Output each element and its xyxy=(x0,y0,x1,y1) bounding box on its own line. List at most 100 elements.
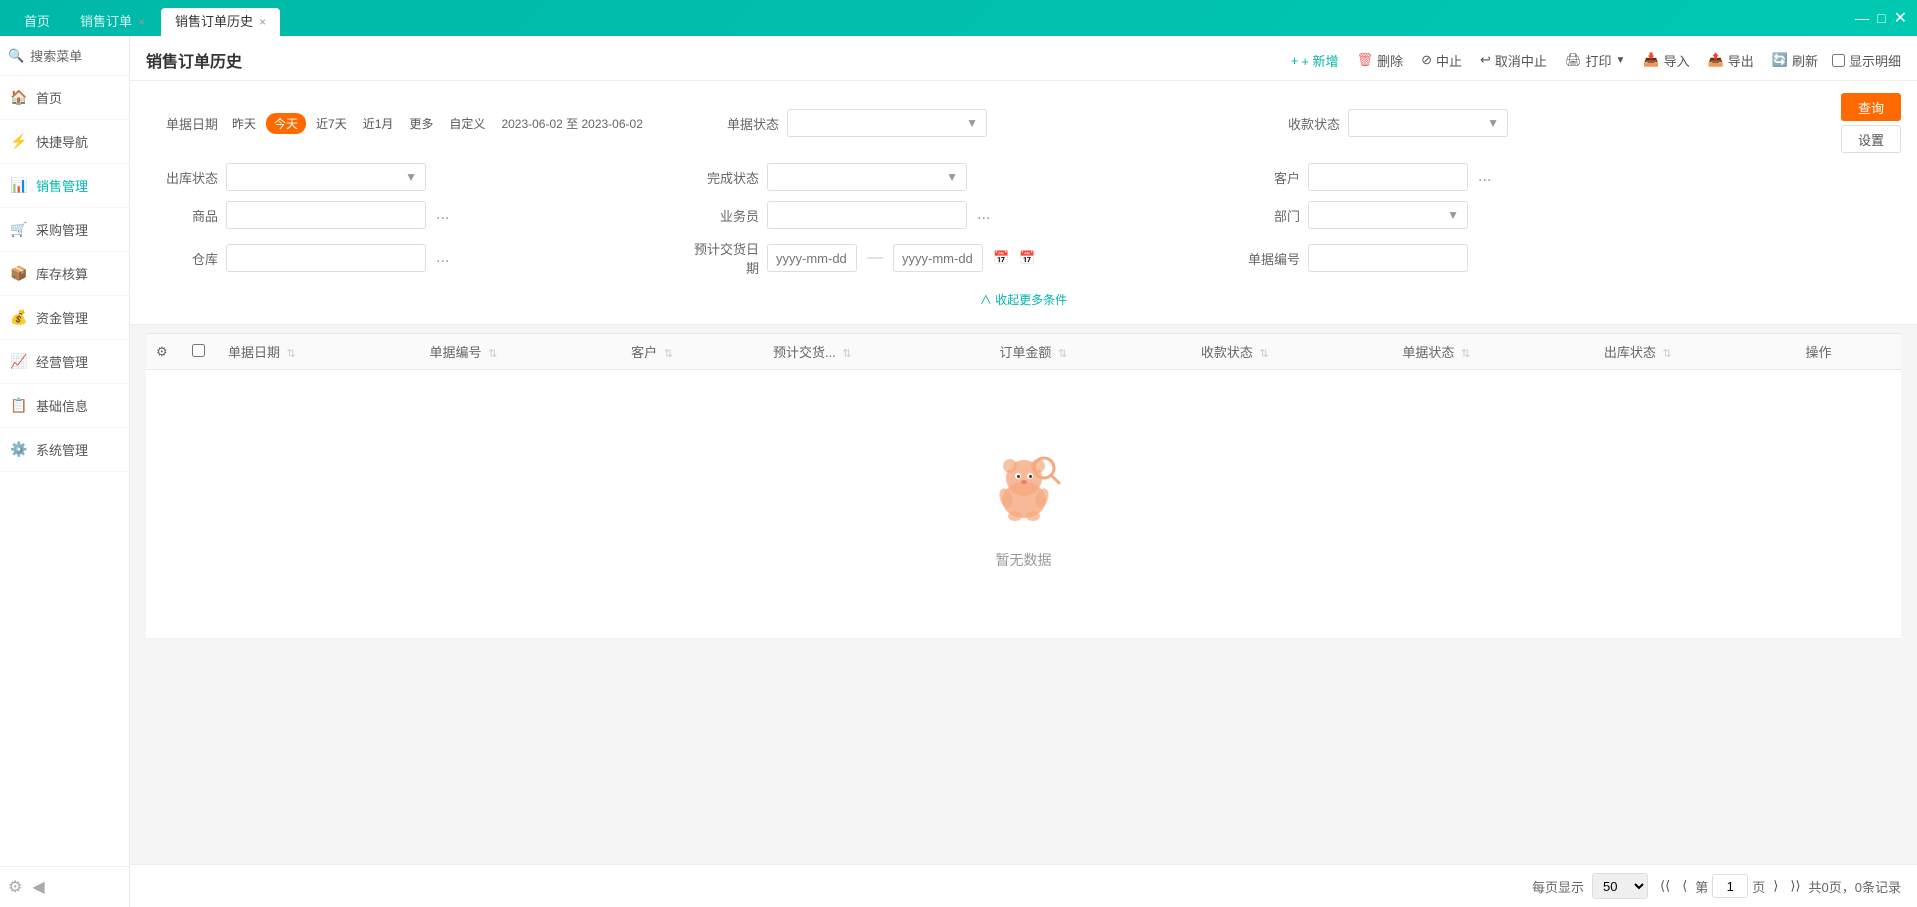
th-settings[interactable]: ⚙ xyxy=(146,334,182,370)
sort-payment-icon[interactable]: ⇅ xyxy=(1259,348,1268,360)
display-detail-toggle[interactable]: 显示明细 xyxy=(1832,51,1901,70)
department-select[interactable]: ▼ xyxy=(1308,201,1468,229)
page-size-select[interactable]: 50 100 200 xyxy=(1592,873,1648,899)
calendar-to-icon[interactable]: 📅 xyxy=(1019,250,1035,266)
cancel-stop-button[interactable]: ↩ 取消中止 xyxy=(1476,49,1551,72)
sidebar-item-operations[interactable]: 📈 经营管理 xyxy=(0,340,129,384)
department-field: ▼ xyxy=(1308,201,1769,229)
maximize-icon[interactable]: □ xyxy=(1877,10,1885,26)
close-history-icon[interactable]: × xyxy=(259,8,266,36)
empty-state: 暂无数据 xyxy=(156,378,1891,630)
stop-button[interactable]: ⊘ 中止 xyxy=(1417,49,1466,72)
first-page-icon[interactable]: ⟨⟨ xyxy=(1656,876,1674,896)
minimize-icon[interactable]: — xyxy=(1855,10,1869,26)
delivery-date-from[interactable] xyxy=(767,244,857,272)
export-button[interactable]: 📤 导出 xyxy=(1704,49,1758,72)
sort-doc-icon[interactable]: ⇅ xyxy=(1461,348,1470,360)
settings-button[interactable]: 设置 xyxy=(1841,125,1901,153)
page-input[interactable] xyxy=(1712,874,1748,898)
tab-sales-order-history[interactable]: 销售订单历史 × xyxy=(161,8,280,36)
last-page-icon[interactable]: ⟩⟩ xyxy=(1786,876,1804,896)
sidebar-item-purchase[interactable]: 🛒 采购管理 xyxy=(0,208,129,252)
complete-field: ▼ xyxy=(767,163,1228,191)
salesperson-dots[interactable]: ... xyxy=(977,206,990,224)
sort-out-icon[interactable]: ⇅ xyxy=(1663,348,1672,360)
total-text: 共0页，0条记录 xyxy=(1809,877,1901,896)
collapse-bar[interactable]: ∧ 收起更多条件 xyxy=(146,287,1901,312)
salesperson-input[interactable] xyxy=(767,201,967,229)
search-icon: 🔍 xyxy=(8,48,24,64)
print-button[interactable]: 🖨 打印 ▼ xyxy=(1561,49,1629,72)
product-input[interactable] xyxy=(226,201,426,229)
sort-amount-icon[interactable]: ⇅ xyxy=(1058,348,1067,360)
sidebar-item-sales[interactable]: 📊 销售管理 xyxy=(0,164,129,208)
new-label: + 新增 xyxy=(1301,51,1338,70)
prev-page-icon[interactable]: ⟨ xyxy=(1678,876,1691,896)
filter-row-2: 出库状态 ▼ 完成状态 ▼ xyxy=(146,163,1901,191)
sidebar-item-system[interactable]: ⚙️ 系统管理 xyxy=(0,428,129,472)
filter-row-3: 商品 ... 业务员 ... 部门 xyxy=(146,201,1901,229)
refresh-button[interactable]: 🔄 刷新 xyxy=(1768,49,1822,72)
tab-home[interactable]: 首页 xyxy=(10,8,64,36)
customer-dots[interactable]: ... xyxy=(1478,168,1491,186)
print-chevron-icon: ▼ xyxy=(1615,55,1625,66)
warehouse-dots[interactable]: ... xyxy=(436,249,449,267)
tab-sales-order[interactable]: 销售订单 × xyxy=(66,8,159,36)
tab-list: 首页 销售订单 × 销售订单历史 × xyxy=(10,0,1855,36)
date-field: 昨天 今天 近7天 近1月 更多 自定义 2023-06-02 至 2023-0… xyxy=(226,113,707,134)
new-button[interactable]: + + 新增 xyxy=(1287,49,1343,72)
customer-input[interactable] xyxy=(1308,163,1468,191)
settings-table-icon[interactable]: ⚙ xyxy=(156,344,168,359)
pagination: ⟨⟨ ⟨ 第 页 ⟩ ⟩⟩ 共0页，0条记录 xyxy=(1656,874,1901,898)
today-btn[interactable]: 今天 xyxy=(266,113,306,134)
sort-date-icon[interactable]: ⇅ xyxy=(287,348,296,360)
sidebar-item-inventory[interactable]: 📦 库存核算 xyxy=(0,252,129,296)
status-select[interactable]: ▼ xyxy=(787,109,987,137)
order-no-input[interactable] xyxy=(1308,244,1468,272)
import-button[interactable]: 📥 导入 xyxy=(1639,49,1693,72)
close-sales-order-icon[interactable]: × xyxy=(138,8,145,36)
product-dots[interactable]: ... xyxy=(436,206,449,224)
next-page-icon[interactable]: ⟩ xyxy=(1769,876,1782,896)
select-all-checkbox[interactable] xyxy=(192,344,205,357)
complete-select[interactable]: ▼ xyxy=(767,163,967,191)
payment-select[interactable]: ▼ xyxy=(1348,109,1508,137)
page-label: 第 xyxy=(1695,877,1708,896)
th-amount: 订单金额 ⇅ xyxy=(989,334,1191,370)
sort-customer-icon[interactable]: ⇅ xyxy=(664,348,673,360)
yesterday-btn[interactable]: 昨天 xyxy=(226,113,262,134)
th-doc-status: 单据状态 ⇅ xyxy=(1392,334,1594,370)
display-detail-checkbox[interactable] xyxy=(1832,54,1845,67)
order-no-label: 单据编号 xyxy=(1228,249,1308,268)
sidebar-label-quicknav: 快捷导航 xyxy=(36,132,88,151)
custom-btn[interactable]: 自定义 xyxy=(443,113,491,134)
1month-btn[interactable]: 近1月 xyxy=(357,113,400,134)
delivery-date-to[interactable] xyxy=(893,244,983,272)
sidebar-item-home[interactable]: 🏠 首页 xyxy=(0,76,129,120)
sort-delivery-icon[interactable]: ⇅ xyxy=(842,348,851,360)
th-date-label: 单据日期 xyxy=(228,345,280,360)
sidebar-item-finance[interactable]: 💰 资金管理 xyxy=(0,296,129,340)
basic-info-icon: 📋 xyxy=(10,397,28,415)
sort-no-icon[interactable]: ⇅ xyxy=(488,348,497,360)
th-operation-label: 操作 xyxy=(1805,345,1831,360)
salesperson-label: 业务员 xyxy=(687,206,767,225)
warehouse-input[interactable] xyxy=(226,244,426,272)
sidebar-item-quicknav[interactable]: ⚡ 快捷导航 xyxy=(0,120,129,164)
calendar-from-icon[interactable]: 📅 xyxy=(993,250,1009,266)
settings-bottom-icon[interactable]: ⚙ xyxy=(8,877,22,897)
out-status-select[interactable]: ▼ xyxy=(226,163,426,191)
close-window-icon[interactable]: ✕ xyxy=(1894,8,1907,28)
delete-button[interactable]: 🗑 删除 xyxy=(1353,49,1408,72)
sidebar-search[interactable]: 🔍 搜索菜单 xyxy=(0,36,129,76)
7days-btn[interactable]: 近7天 xyxy=(310,113,353,134)
th-checkbox[interactable] xyxy=(182,334,218,370)
date-range-text: 2023-06-02 至 2023-06-02 xyxy=(501,115,642,132)
th-operation: 操作 xyxy=(1795,334,1901,370)
collapse-sidebar-icon[interactable]: ◀ xyxy=(32,877,44,897)
print-label: 打印 xyxy=(1585,51,1611,70)
sidebar-item-basic-info[interactable]: 📋 基础信息 xyxy=(0,384,129,428)
more-btn[interactable]: 更多 xyxy=(403,113,439,134)
query-button[interactable]: 查询 xyxy=(1841,93,1901,121)
print-icon: 🖨 xyxy=(1565,52,1582,68)
